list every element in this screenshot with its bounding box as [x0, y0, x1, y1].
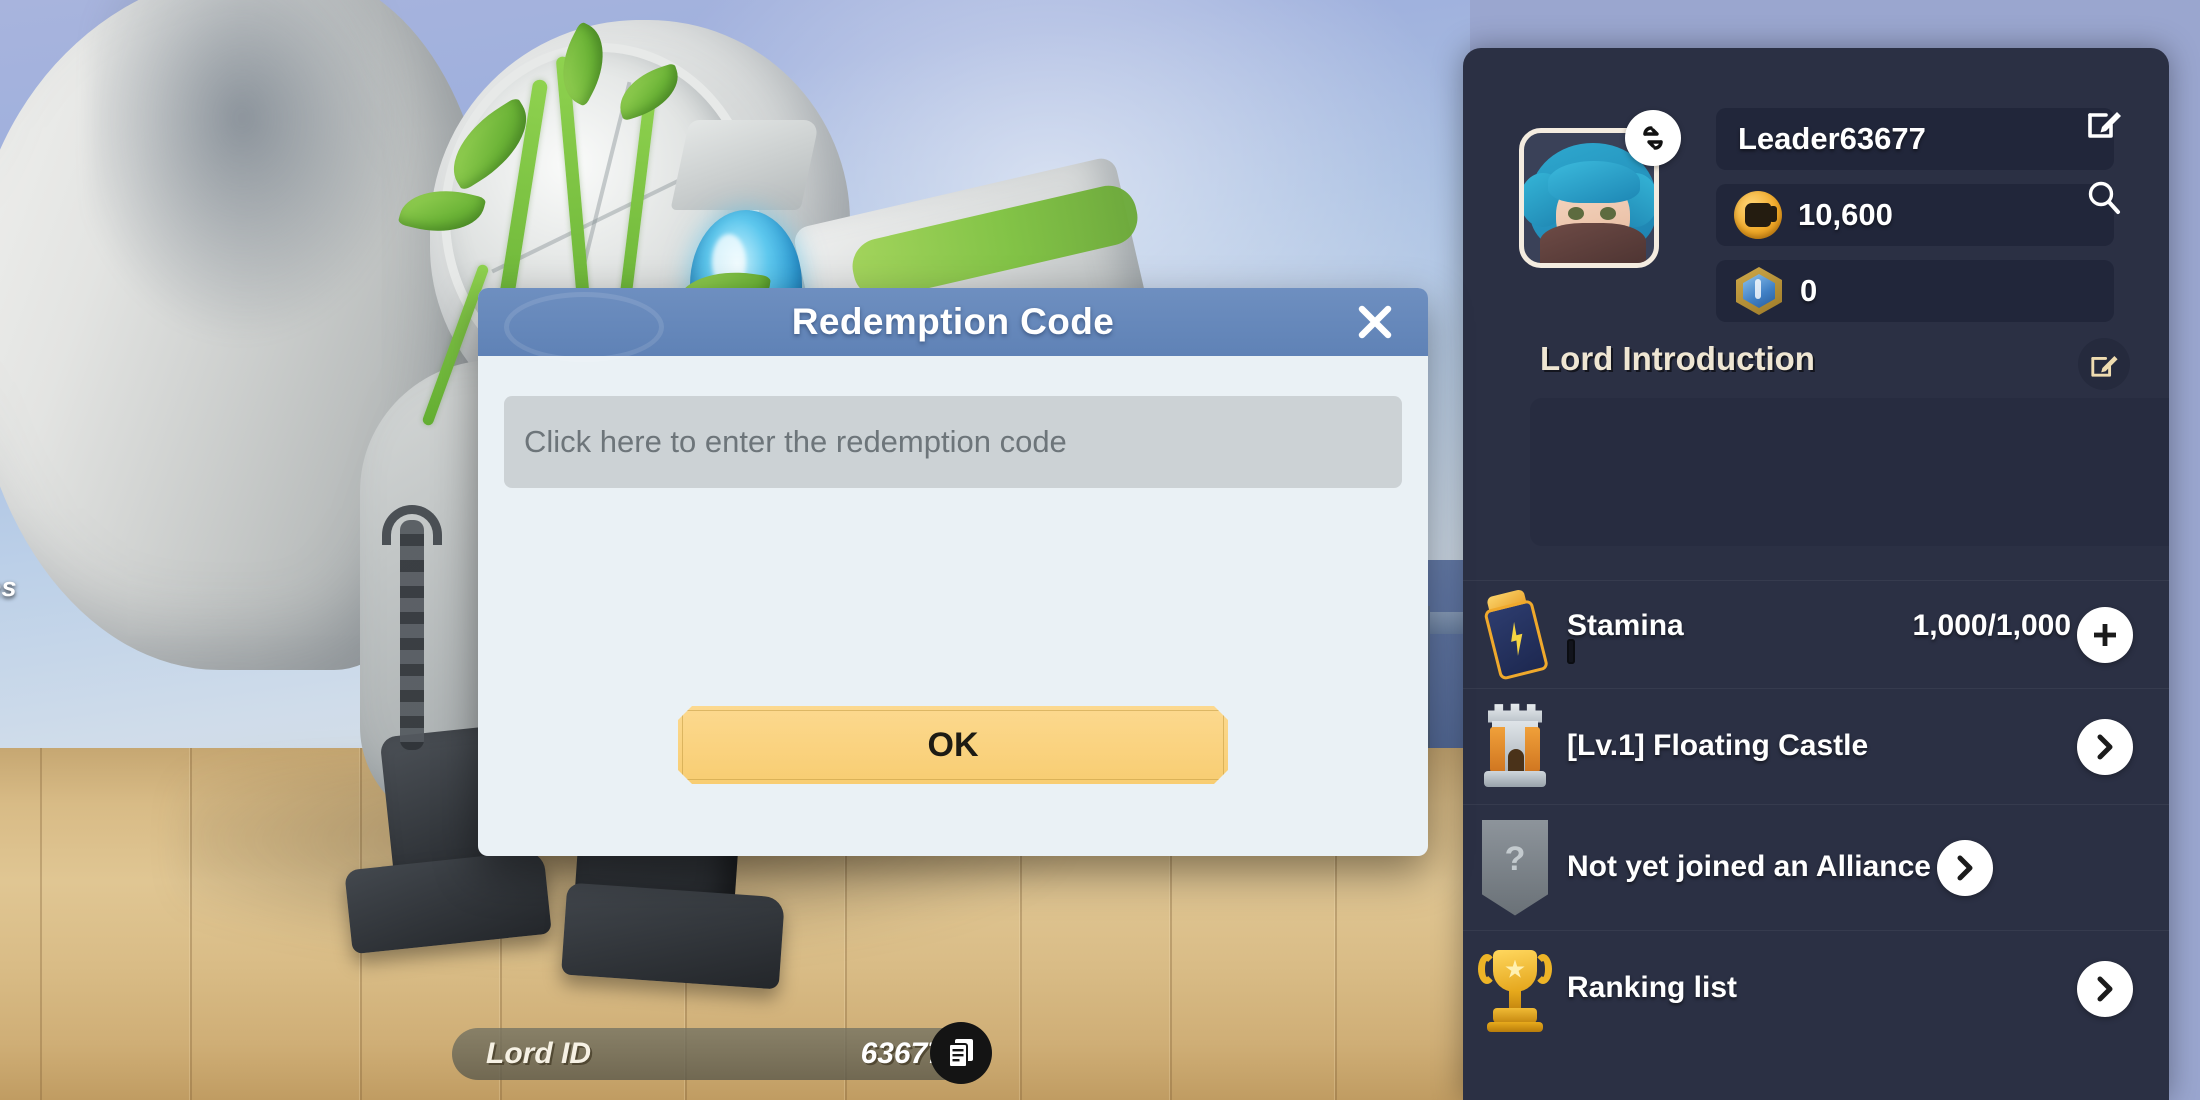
edit-lord-introduction-button[interactable] — [2078, 338, 2130, 390]
sidebar-item-ranking-list[interactable]: Ranking list — [1463, 930, 2169, 1046]
gem-row[interactable]: 0 — [1716, 260, 2114, 322]
alliance-label: Not yet joined an Alliance — [1567, 850, 1931, 884]
close-button[interactable] — [1348, 295, 1402, 349]
battery-icon — [1463, 588, 1567, 681]
close-icon — [1358, 305, 1392, 339]
power-coin-icon — [1734, 191, 1782, 239]
lord-introduction-title: Lord Introduction — [1540, 340, 1815, 377]
stamina-row: Stamina 1,000/1,000 — [1463, 580, 2169, 688]
copy-icon — [948, 1039, 973, 1068]
chevron-right-icon — [1957, 855, 1973, 880]
power-row[interactable]: 10,600 — [1716, 184, 2114, 246]
gem-icon — [1736, 267, 1782, 315]
lord-id-label: Lord ID — [486, 1037, 591, 1070]
search-icon — [2088, 181, 2120, 214]
profile-name-row[interactable]: Leader63677 — [1716, 108, 2114, 170]
sidebar-item-alliance[interactable]: ? Not yet joined an Alliance — [1463, 804, 2169, 930]
chevron-right-icon — [2097, 734, 2113, 759]
edit-icon — [2091, 356, 2118, 377]
player-name: Leader63677 — [1738, 121, 1926, 156]
castle-icon — [1463, 701, 1567, 793]
floating-castle-chevron-button[interactable] — [2077, 718, 2133, 775]
stamina-progress-bar — [1567, 638, 1575, 664]
lord-introduction-content-box[interactable] — [1530, 398, 2169, 546]
ranking-list-chevron-button[interactable] — [2077, 960, 2133, 1017]
avatar-swap-button[interactable] — [1625, 110, 1681, 166]
lord-id-bar: Lord ID 63677 — [452, 1028, 982, 1080]
cut-off-hud-text: es — [0, 572, 18, 602]
ok-button[interactable]: OK — [678, 706, 1228, 784]
plus-icon — [2094, 623, 2116, 646]
chevron-right-icon — [2097, 976, 2113, 1001]
edit-name-button[interactable] — [2078, 96, 2130, 148]
sidebar-item-floating-castle[interactable]: [Lv.1] Floating Castle — [1463, 688, 2169, 804]
search-button[interactable] — [2078, 172, 2130, 224]
stamina-label: Stamina — [1567, 608, 1684, 642]
gem-value: 0 — [1800, 273, 1818, 308]
dialog-header: Redemption Code — [478, 288, 1428, 362]
swap-icon — [1643, 126, 1663, 150]
floating-castle-label: [Lv.1] Floating Castle — [1567, 729, 1869, 763]
redemption-code-input[interactable] — [504, 396, 1402, 488]
ranking-list-label: Ranking list — [1567, 971, 1738, 1005]
alliance-banner-icon: ? — [1463, 819, 1567, 916]
redemption-code-dialog: Redemption Code OK — [478, 288, 1428, 856]
edit-icon — [2088, 112, 2121, 138]
alliance-chevron-button[interactable] — [1937, 839, 1993, 896]
copy-lord-id-button[interactable] — [930, 1022, 992, 1084]
stamina-value: 1,000/1,000 — [1912, 608, 2071, 642]
trophy-icon — [1463, 946, 1567, 1032]
stamina-add-button[interactable] — [2077, 606, 2133, 663]
power-value: 10,600 — [1798, 197, 1893, 232]
dialog-title: Redemption Code — [791, 301, 1115, 342]
